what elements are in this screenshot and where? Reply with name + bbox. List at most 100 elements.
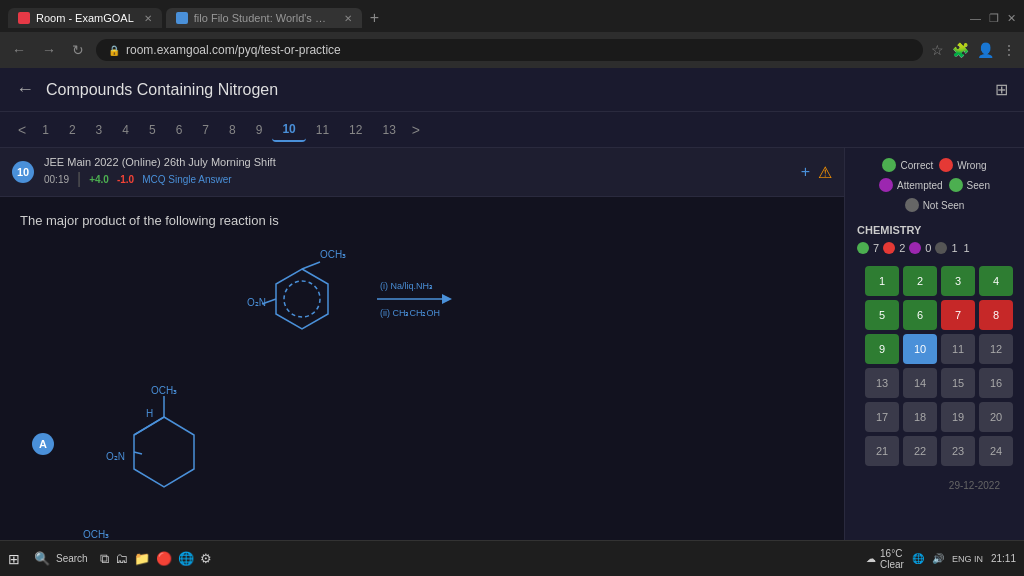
window-maximize[interactable]: ❐ — [989, 12, 999, 25]
app-back-button[interactable]: ← — [16, 79, 34, 100]
q-nav-6[interactable]: 6 — [166, 119, 193, 141]
q-nav-7[interactable]: 7 — [192, 119, 219, 141]
start-button[interactable]: ⊞ — [8, 551, 20, 567]
weather-info: 16°C Clear — [880, 548, 904, 570]
product-svg-a: OCH₃ H O₂N — [64, 382, 264, 502]
q-nav-next[interactable]: > — [406, 122, 426, 138]
svg-marker-12 — [134, 417, 194, 487]
q-nav-3[interactable]: 3 — [86, 119, 113, 141]
question-area: 10 JEE Main 2022 (Online) 26th July Morn… — [0, 148, 844, 540]
q-cell-24[interactable]: 24 — [979, 436, 1013, 466]
q-cell-14[interactable]: 14 — [903, 368, 937, 398]
back-button[interactable]: ← — [8, 40, 30, 60]
puzzle-icon[interactable]: 🧩 — [952, 42, 969, 58]
taskbar-chrome-icon[interactable]: 🌐 — [178, 551, 194, 566]
question-meta: JEE Main 2022 (Online) 26th July Morning… — [44, 156, 791, 188]
menu-icon[interactable]: ⋮ — [1002, 42, 1016, 58]
taskbar-windows-icon[interactable]: ⧉ — [100, 551, 109, 567]
tab-examgoal[interactable]: Room - ExamGOAL ✕ — [8, 8, 162, 28]
legend-wrong: Wrong — [939, 158, 986, 172]
q-cell-11[interactable]: 11 — [941, 334, 975, 364]
svg-text:OCH₃: OCH₃ — [151, 385, 177, 396]
network-icon[interactable]: 🌐 — [912, 553, 924, 564]
q-cell-12[interactable]: 12 — [979, 334, 1013, 364]
question-info-row: 00:19 | +4.0 -1.0 MCQ Single Answer — [44, 170, 791, 188]
window-minimize[interactable]: — — [970, 12, 981, 24]
taskbar-browser-icon[interactable]: 🔴 — [156, 551, 172, 566]
forward-button[interactable]: → — [38, 40, 60, 60]
chemistry-summary: 7 2 0 1 1 — [857, 242, 1012, 254]
window-close[interactable]: ✕ — [1007, 12, 1016, 25]
legend: Correct Wrong Attempted Seen Not Seen — [845, 148, 1024, 218]
q-cell-18[interactable]: 18 — [903, 402, 937, 432]
reaction-diagram: OCH₃ O₂N (i) Na/liq.NH₃ (ii) CH₃CH₂OH — [20, 244, 824, 364]
q-nav-11[interactable]: 11 — [306, 119, 339, 141]
q-cell-5[interactable]: 5 — [865, 300, 899, 330]
q-nav-2[interactable]: 2 — [59, 119, 86, 141]
q-nav-8[interactable]: 8 — [219, 119, 246, 141]
legend-correct-label: Correct — [900, 160, 933, 171]
tab-close-filo[interactable]: ✕ — [344, 13, 352, 24]
q-cell-9[interactable]: 9 — [865, 334, 899, 364]
q-cell-22[interactable]: 22 — [903, 436, 937, 466]
weather-desc: Clear — [880, 559, 904, 570]
q-cell-2[interactable]: 2 — [903, 266, 937, 296]
tab-add-button[interactable]: + — [366, 9, 383, 27]
q-cell-6[interactable]: 6 — [903, 300, 937, 330]
svg-text:H: H — [146, 408, 153, 419]
legend-correct: Correct — [882, 158, 933, 172]
taskbar-store-icon[interactable]: 🗂 — [115, 551, 128, 566]
question-body: The major product of the following react… — [0, 197, 844, 540]
q-cell-15[interactable]: 15 — [941, 368, 975, 398]
q-cell-17[interactable]: 17 — [865, 402, 899, 432]
q-nav-10[interactable]: 10 — [272, 118, 305, 142]
q-nav-9[interactable]: 9 — [246, 119, 273, 141]
taskbar-settings-icon[interactable]: ⚙ — [200, 551, 212, 566]
q-cell-10[interactable]: 10 — [903, 334, 937, 364]
q-cell-23[interactable]: 23 — [941, 436, 975, 466]
report-button[interactable]: ⚠ — [818, 163, 832, 182]
question-grid: 1 2 3 4 5 6 7 8 9 10 11 12 13 14 15 16 1 — [857, 262, 1012, 474]
taskbar-search-label[interactable]: Search — [56, 553, 88, 564]
tab-close-examgoal[interactable]: ✕ — [144, 13, 152, 24]
q-cell-7[interactable]: 7 — [941, 300, 975, 330]
q-nav-12[interactable]: 12 — [339, 119, 372, 141]
summ-correct-dot — [857, 242, 869, 254]
q-nav-13[interactable]: 13 — [372, 119, 405, 141]
q-cell-4[interactable]: 4 — [979, 266, 1013, 296]
q-cell-8[interactable]: 8 — [979, 300, 1013, 330]
summ-not-seen-count: 1 — [951, 242, 957, 254]
translate-icon[interactable]: ⊞ — [995, 80, 1008, 99]
q-cell-13[interactable]: 13 — [865, 368, 899, 398]
clock-time: 21:11 — [991, 553, 1016, 564]
tab-filo[interactable]: filo Filo Student: World's Only Live h..… — [166, 8, 362, 28]
url-text: room.examgoal.com/pyq/test-or-practice — [126, 43, 341, 57]
svg-line-13 — [134, 417, 164, 435]
svg-line-4 — [302, 262, 320, 269]
sidebar-date: 29-12-2022 — [857, 474, 1012, 497]
refresh-button[interactable]: ↻ — [68, 40, 88, 60]
q-nav-5[interactable]: 5 — [139, 119, 166, 141]
q-cell-3[interactable]: 3 — [941, 266, 975, 296]
q-cell-1[interactable]: 1 — [865, 266, 899, 296]
bookmark-icon[interactable]: ☆ — [931, 42, 944, 58]
profile-icon[interactable]: 👤 — [977, 42, 994, 58]
add-to-list-button[interactable]: + — [801, 163, 810, 181]
chemistry-section: CHEMISTRY 7 2 0 1 1 1 2 3 4 — [845, 218, 1024, 503]
q-nav-1[interactable]: 1 — [32, 119, 59, 141]
taskbar-explorer-icon[interactable]: 📁 — [134, 551, 150, 566]
q-nav-4[interactable]: 4 — [112, 119, 139, 141]
q-nav-prev[interactable]: < — [12, 122, 32, 138]
q-cell-20[interactable]: 20 — [979, 402, 1013, 432]
browser-toolbar: ☆ 🧩 👤 ⋮ — [931, 42, 1016, 58]
q-cell-21[interactable]: 21 — [865, 436, 899, 466]
marks-positive: +4.0 — [89, 174, 109, 185]
url-bar[interactable]: 🔒 room.examgoal.com/pyq/test-or-practice — [96, 39, 923, 61]
q-cell-16[interactable]: 16 — [979, 368, 1013, 398]
summ-attempted-dot — [909, 242, 921, 254]
q-cell-19[interactable]: 19 — [941, 402, 975, 432]
taskbar-search-icon[interactable]: 🔍 — [34, 551, 50, 566]
weather-temp: 16°C — [880, 548, 904, 559]
answer-option-a[interactable]: A OCH₃ H — [20, 374, 824, 514]
sound-icon[interactable]: 🔊 — [932, 553, 944, 564]
